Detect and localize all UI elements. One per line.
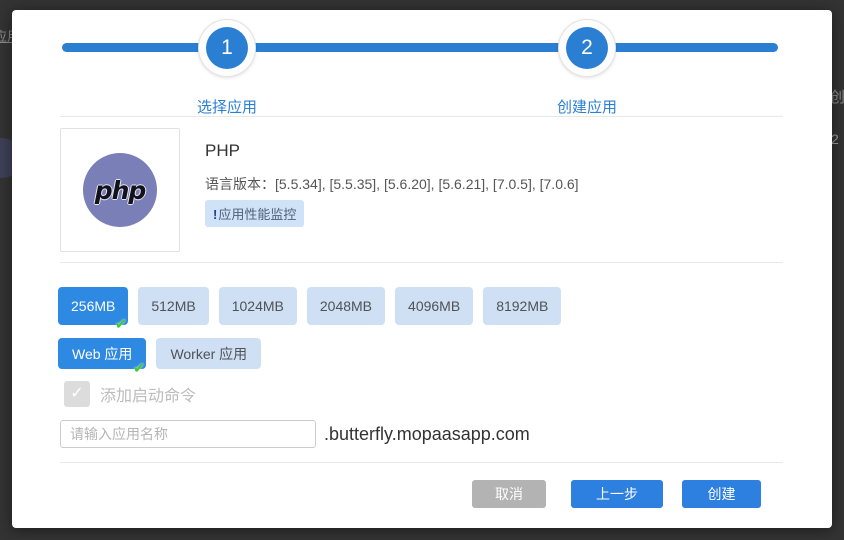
- app-language-versions: 语言版本：[5.5.34], [5.5.35], [5.6.20], [5.6.…: [205, 176, 579, 192]
- stepper-step-1[interactable]: 1: [198, 19, 256, 77]
- app-type-option-label: Web 应用: [72, 345, 133, 362]
- apm-tag-label: 应用性能监控: [218, 207, 297, 222]
- memory-option-8192mb[interactable]: 8192MB: [483, 287, 562, 325]
- apm-tag: !应用性能监控: [205, 200, 305, 227]
- stepper-step-2[interactable]: 2: [558, 19, 616, 77]
- step-2-label: 创建应用: [556, 99, 617, 116]
- cancel-button[interactable]: 取消: [472, 480, 546, 508]
- app-name-input[interactable]: [60, 420, 316, 448]
- app-name-row: .butterfly.mopaasapp.com: [60, 420, 530, 448]
- step-1-number: 1: [206, 27, 248, 69]
- background-dimmed-char: 2: [831, 131, 839, 147]
- divider: [60, 462, 783, 463]
- php-logo-text: php: [94, 175, 147, 205]
- checkbox-check-icon: ✓: [70, 385, 84, 402]
- memory-option-label: 1024MB: [231, 298, 284, 314]
- selected-app-card: php: [60, 128, 180, 252]
- memory-option-2048mb[interactable]: 2048MB: [306, 287, 386, 325]
- create-button[interactable]: 创建: [682, 480, 761, 508]
- startup-command-row: ✓ 添加启动命令: [64, 381, 196, 407]
- memory-options-row: 256MB ✔ 512MB 1024MB 2048MB 4096MB 8192M…: [58, 287, 562, 333]
- memory-option-label: 256MB: [71, 298, 116, 314]
- app-type-option-web[interactable]: Web 应用 ✔: [58, 338, 147, 377]
- startup-command-checkbox[interactable]: ✓: [64, 381, 90, 407]
- app-title: PHP: [205, 141, 240, 160]
- previous-step-button[interactable]: 上一步: [571, 480, 663, 508]
- memory-option-512mb[interactable]: 512MB: [138, 287, 209, 325]
- app-type-option-label: Worker 应用: [170, 345, 248, 362]
- domain-suffix: .butterfly.mopaasapp.com: [324, 423, 530, 444]
- background-dimmed-char: 创: [830, 89, 844, 106]
- step-1-label: 选择应用: [196, 99, 257, 116]
- app-type-option-worker[interactable]: Worker 应用: [156, 338, 262, 369]
- step-2-number: 2: [566, 27, 608, 69]
- divider: [60, 262, 783, 263]
- startup-command-label: 添加启动命令: [100, 388, 197, 405]
- memory-option-4096mb[interactable]: 4096MB: [395, 287, 474, 325]
- divider: [60, 116, 783, 117]
- memory-option-256mb[interactable]: 256MB ✔: [58, 287, 129, 333]
- selected-check-icon: ✔: [114, 316, 128, 333]
- memory-option-1024mb[interactable]: 1024MB: [218, 287, 297, 325]
- stepper-progress-bar: [62, 43, 778, 52]
- memory-option-label: 512MB: [151, 298, 196, 314]
- memory-option-label: 8192MB: [496, 298, 549, 314]
- memory-option-label: 4096MB: [408, 298, 461, 314]
- selected-check-icon: ✔: [132, 360, 146, 377]
- memory-option-label: 2048MB: [319, 298, 373, 314]
- exclamation-icon: !: [213, 207, 218, 222]
- php-logo-icon: php: [83, 153, 157, 227]
- create-app-dialog: 1 2 选择应用 创建应用 php PHP 语言版本：[5.5.34], [5.…: [12, 10, 832, 528]
- app-type-options-row: Web 应用 ✔ Worker 应用: [58, 338, 262, 377]
